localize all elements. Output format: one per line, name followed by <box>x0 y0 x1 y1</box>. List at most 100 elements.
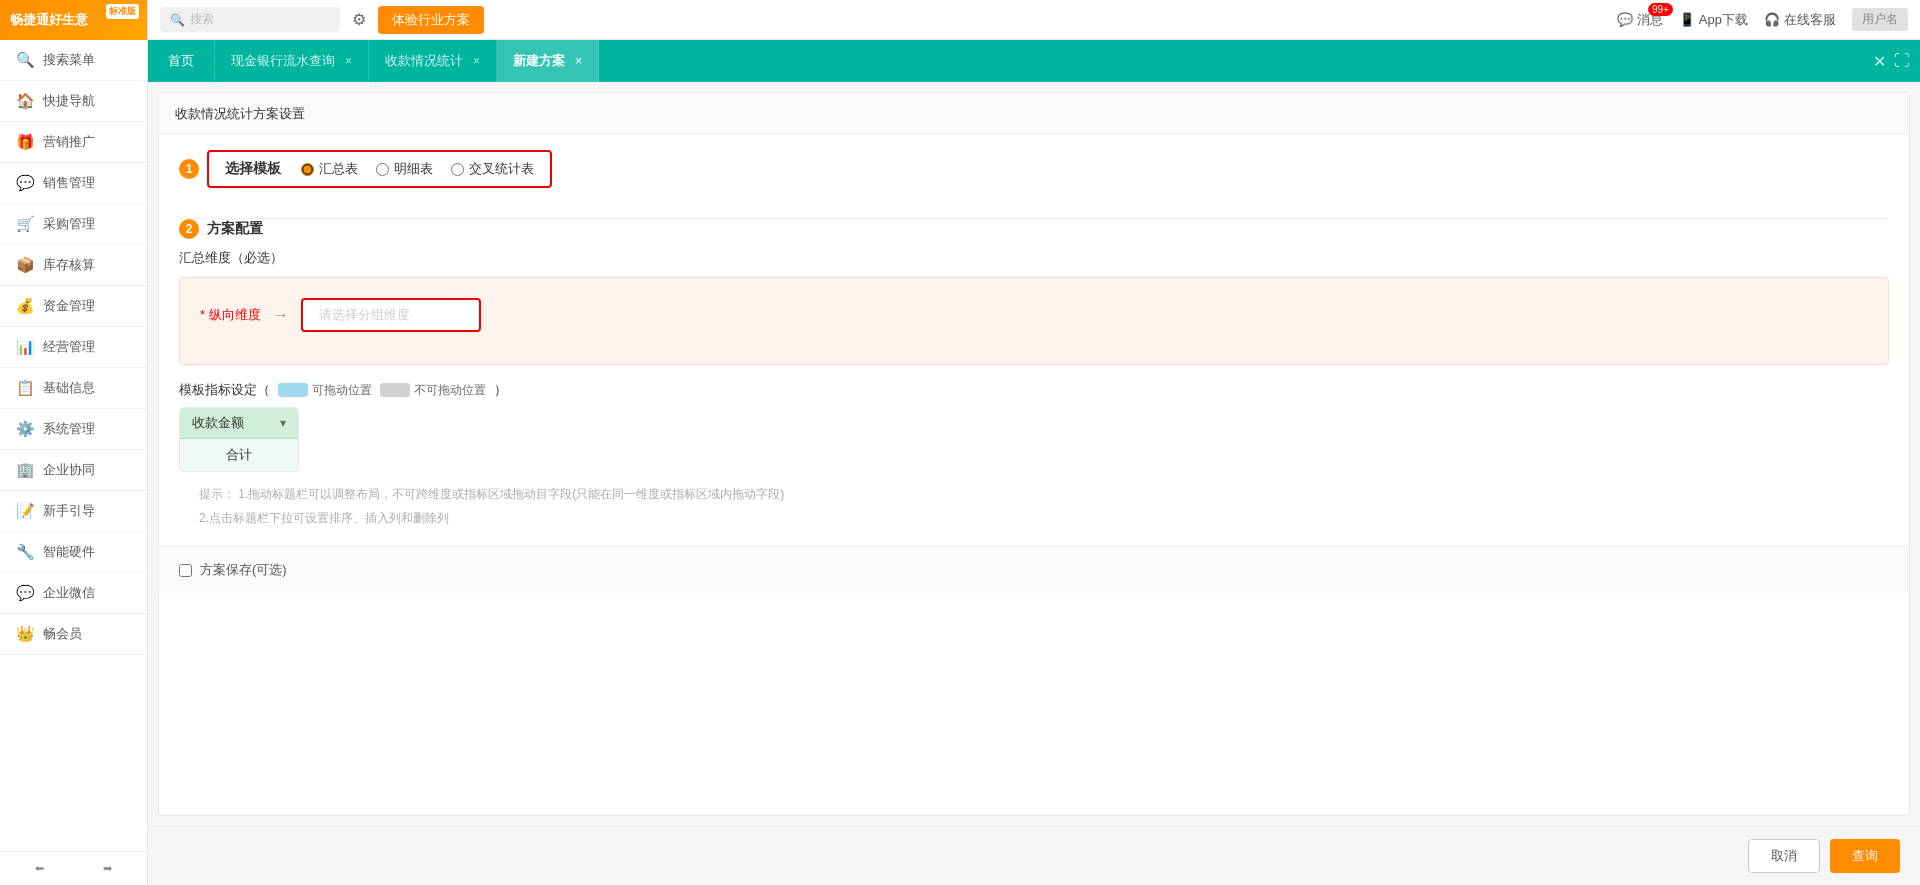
download-icon: 📱 <box>1679 12 1695 27</box>
sidebar-item-label: 营销推广 <box>43 133 95 151</box>
stat-header-label: 收款金额 <box>192 414 244 432</box>
nav-tabs: 首页 现金银行流水查询 × 收款情况统计 × 新建方案 × ✕ ⛶ <box>148 40 1920 82</box>
tab-new-plan-label: 新建方案 <box>513 52 565 70</box>
tab-cash-flow-label: 现金银行流水查询 <box>231 52 335 70</box>
dimension-label-text: 汇总维度（必选） <box>179 250 283 265</box>
trial-button[interactable]: 体验行业方案 <box>378 6 484 34</box>
sidebar-item-label: 库存核算 <box>43 256 95 274</box>
enterprise-wx-icon: 💬 <box>16 584 35 602</box>
sidebar-item-search-menu[interactable]: 🔍 搜索菜单 <box>0 40 147 81</box>
sidebar-item-label: 经营管理 <box>43 338 95 356</box>
nav-expand-icon[interactable]: ⛶ <box>1894 52 1910 70</box>
step1-title: 选择模板 <box>225 160 281 178</box>
sidebar-item-quick-nav[interactable]: 🏠 快捷导航 <box>0 81 147 122</box>
radio-detail-input[interactable] <box>376 163 389 176</box>
sidebar-item-sales[interactable]: 💬 销售管理 <box>0 163 147 204</box>
system-icon: ⚙️ <box>16 420 35 438</box>
gear-icon[interactable]: ⚙ <box>352 10 366 29</box>
download-button[interactable]: 📱 App下载 <box>1679 11 1748 29</box>
sidebar-item-enterprise-wx[interactable]: 💬 企业微信 <box>0 573 147 614</box>
sidebar-item-purchase[interactable]: 🛒 采购管理 <box>0 204 147 245</box>
sidebar-bottom-left[interactable]: ⬅ <box>10 862 70 875</box>
close-icon[interactable]: × <box>345 54 352 68</box>
sidebar-item-label: 资金管理 <box>43 297 95 315</box>
stat-table: 收款金额 ▾ 合计 <box>179 407 299 472</box>
radio-detail[interactable]: 明细表 <box>376 160 433 178</box>
tab-home[interactable]: 首页 <box>148 40 215 82</box>
sidebar-item-label: 企业微信 <box>43 584 95 602</box>
nav-right-buttons: ✕ ⛶ <box>1863 40 1920 82</box>
template-radio-group: 汇总表 明细表 交叉统计表 <box>301 160 534 178</box>
sidebar-item-inventory[interactable]: 📦 库存核算 <box>0 245 147 286</box>
step1-number: 1 <box>179 159 199 179</box>
radio-cross[interactable]: 交叉统计表 <box>451 160 534 178</box>
radio-cross-input[interactable] <box>451 163 464 176</box>
sidebar-item-label: 销售管理 <box>43 174 95 192</box>
tip-line-1: 提示： 1.拖动标题栏可以调整布局，不可跨维度或指标区域拖动目字段(只能在同一维… <box>199 482 1869 506</box>
tab-receipt-stats[interactable]: 收款情况统计 × <box>369 40 497 82</box>
content-title: 收款情况统计方案设置 <box>175 106 305 121</box>
sidebar-item-marketing[interactable]: 🎁 营销推广 <box>0 122 147 163</box>
radio-detail-label: 明细表 <box>394 160 433 178</box>
stat-table-row: 合计 <box>180 439 298 471</box>
service-label: 在线客服 <box>1784 11 1836 29</box>
service-button[interactable]: 🎧 在线客服 <box>1764 11 1836 29</box>
basics-icon: 📋 <box>16 379 35 397</box>
enterprise-coop-icon: 🏢 <box>16 461 35 479</box>
nav-close-icon[interactable]: ✕ <box>1873 52 1886 71</box>
sidebar-item-member[interactable]: 👑 畅会员 <box>0 614 147 655</box>
sidebar-item-smart-hw[interactable]: 🔧 智能硬件 <box>0 532 147 573</box>
radio-summary[interactable]: 汇总表 <box>301 160 358 178</box>
user-avatar[interactable]: 用户名 <box>1852 8 1908 31</box>
fixed-color-box <box>380 383 410 397</box>
sidebar-item-operations[interactable]: 📊 经营管理 <box>0 327 147 368</box>
download-label: App下载 <box>1699 11 1748 29</box>
step1-label: 1 选择模板 汇总表 明细表 <box>179 150 1889 188</box>
sidebar-bottom-right[interactable]: ➡ <box>78 862 138 875</box>
sidebar-item-beginner[interactable]: 📝 新手引导 <box>0 491 147 532</box>
step2-title: 方案配置 <box>207 220 263 238</box>
radio-summary-input[interactable] <box>301 163 314 176</box>
stat-table-header[interactable]: 收款金额 ▾ <box>180 408 298 439</box>
sidebar-item-label: 畅会员 <box>43 625 82 643</box>
quick-nav-icon: 🏠 <box>16 92 35 110</box>
sidebar-item-enterprise-coop[interactable]: 🏢 企业协同 <box>0 450 147 491</box>
tab-new-plan[interactable]: 新建方案 × <box>497 40 599 82</box>
save-option: 方案保存(可选) <box>159 546 1909 593</box>
smart-hw-icon: 🔧 <box>16 543 35 561</box>
template-box: 选择模板 汇总表 明细表 <box>207 150 552 188</box>
operations-icon: 📊 <box>16 338 35 356</box>
search-text: 搜索 <box>190 11 214 28</box>
sidebar-item-label: 智能硬件 <box>43 543 95 561</box>
query-button[interactable]: 查询 <box>1830 839 1900 873</box>
save-checkbox[interactable] <box>179 564 192 577</box>
sidebar: 畅捷通好生意 标准版 🔍 搜索菜单 🏠 快捷导航 🎁 营销推广 💬 销售管理 🛒… <box>0 0 148 885</box>
step2-number: 2 <box>179 219 199 239</box>
draggable-color-box <box>278 383 308 397</box>
close-icon[interactable]: × <box>473 54 480 68</box>
content-wrap: 收款情况统计方案设置 1 选择模板 汇总表 <box>148 82 1920 885</box>
sidebar-item-finance[interactable]: 💰 资金管理 <box>0 286 147 327</box>
sidebar-item-label: 快捷导航 <box>43 92 95 110</box>
close-icon[interactable]: × <box>575 54 582 68</box>
topbar-search[interactable]: 🔍 搜索 <box>160 7 340 32</box>
sidebar-bottom: ⬅ ➡ <box>0 851 147 885</box>
sidebar-item-system[interactable]: ⚙️ 系统管理 <box>0 409 147 450</box>
vertical-dim-label: * 纵向维度 <box>200 306 261 324</box>
message-button[interactable]: 💬 消息 99+ <box>1617 11 1663 29</box>
statistics-table-area: 收款金额 ▾ 合计 <box>179 407 1889 472</box>
tab-cash-flow[interactable]: 现金银行流水查询 × <box>215 40 369 82</box>
beginner-icon: 📝 <box>16 502 35 520</box>
legend-fixed-item: 不可拖动位置 <box>380 382 486 399</box>
dimension-select[interactable]: 请选择分组维度 <box>301 298 481 332</box>
cancel-button[interactable]: 取消 <box>1748 839 1820 873</box>
search-icon: 🔍 <box>170 13 185 27</box>
sidebar-item-basics[interactable]: 📋 基础信息 <box>0 368 147 409</box>
chevron-down-icon[interactable]: ▾ <box>280 416 286 430</box>
sidebar-item-label: 系统管理 <box>43 420 95 438</box>
sidebar-item-label: 采购管理 <box>43 215 95 233</box>
sidebar-item-label: 搜索菜单 <box>43 51 95 69</box>
content-header: 收款情况统计方案设置 <box>159 93 1909 134</box>
search-menu-icon: 🔍 <box>16 51 35 69</box>
tab-receipt-stats-label: 收款情况统计 <box>385 52 463 70</box>
